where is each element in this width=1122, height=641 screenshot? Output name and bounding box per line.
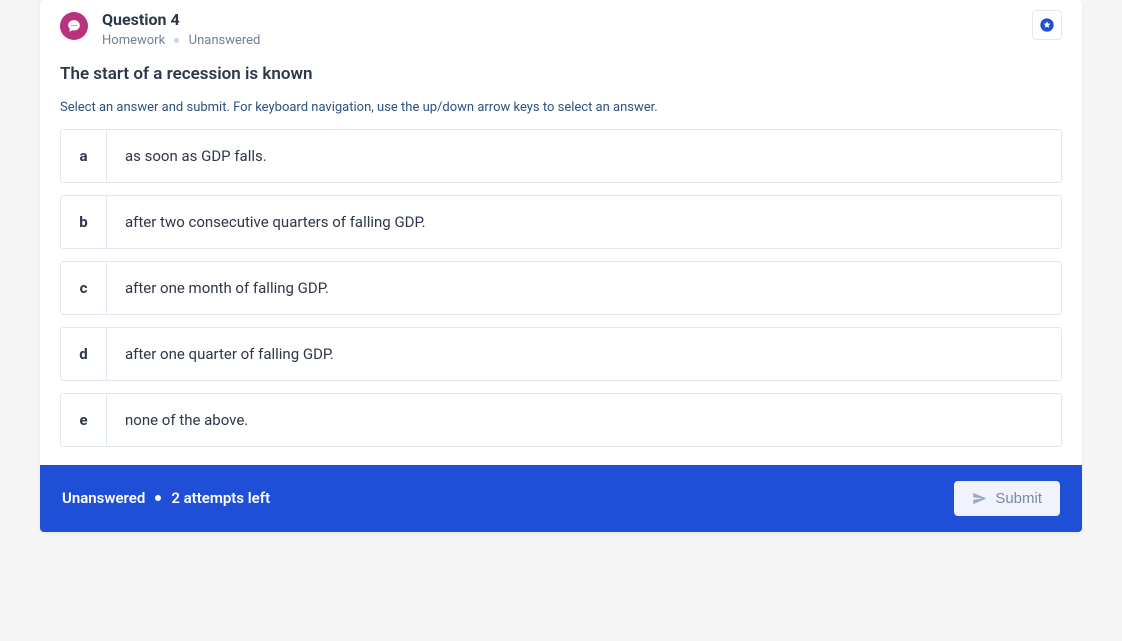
- bookmark-button[interactable]: [1032, 10, 1062, 40]
- option-key: c: [61, 262, 107, 314]
- option-key: e: [61, 394, 107, 446]
- footer-status: Unanswered 2 attempts left: [62, 489, 270, 507]
- option-text: after one quarter of falling GDP.: [107, 328, 1061, 380]
- answer-options: a as soon as GDP falls. b after two cons…: [60, 129, 1062, 447]
- header-text: Question 4 Homework Unanswered: [102, 10, 1062, 48]
- footer-separator-icon: [155, 495, 161, 501]
- option-text: after two consecutive quarters of fallin…: [107, 196, 1061, 248]
- footer-attempts: 2 attempts left: [171, 489, 270, 507]
- question-title: Question 4: [102, 10, 1062, 31]
- footer-status-text: Unanswered: [62, 489, 145, 507]
- answer-option-a[interactable]: a as soon as GDP falls.: [60, 129, 1062, 183]
- chat-icon: [60, 12, 88, 40]
- paper-plane-icon: [972, 491, 987, 506]
- question-header: Question 4 Homework Unanswered: [40, 0, 1082, 54]
- option-text: as soon as GDP falls.: [107, 130, 1061, 182]
- question-footer: Unanswered 2 attempts left Submit: [40, 465, 1082, 532]
- answer-option-c[interactable]: c after one month of falling GDP.: [60, 261, 1062, 315]
- question-meta: Homework Unanswered: [102, 33, 1062, 48]
- submit-label: Submit: [995, 490, 1042, 507]
- submit-button[interactable]: Submit: [954, 481, 1060, 516]
- question-card: Question 4 Homework Unanswered The start…: [40, 0, 1082, 532]
- option-text: after one month of falling GDP.: [107, 262, 1061, 314]
- answer-option-d[interactable]: d after one quarter of falling GDP.: [60, 327, 1062, 381]
- meta-separator-icon: [174, 38, 179, 43]
- option-key: d: [61, 328, 107, 380]
- question-body: The start of a recession is known Select…: [40, 54, 1082, 465]
- option-key: b: [61, 196, 107, 248]
- star-icon: [1039, 17, 1055, 33]
- option-text: none of the above.: [107, 394, 1061, 446]
- question-status: Unanswered: [189, 33, 261, 48]
- option-key: a: [61, 130, 107, 182]
- question-prompt: The start of a recession is known: [60, 64, 1062, 84]
- answer-option-e[interactable]: e none of the above.: [60, 393, 1062, 447]
- answer-option-b[interactable]: b after two consecutive quarters of fall…: [60, 195, 1062, 249]
- question-category: Homework: [102, 33, 165, 48]
- question-instructions: Select an answer and submit. For keyboar…: [60, 100, 1062, 115]
